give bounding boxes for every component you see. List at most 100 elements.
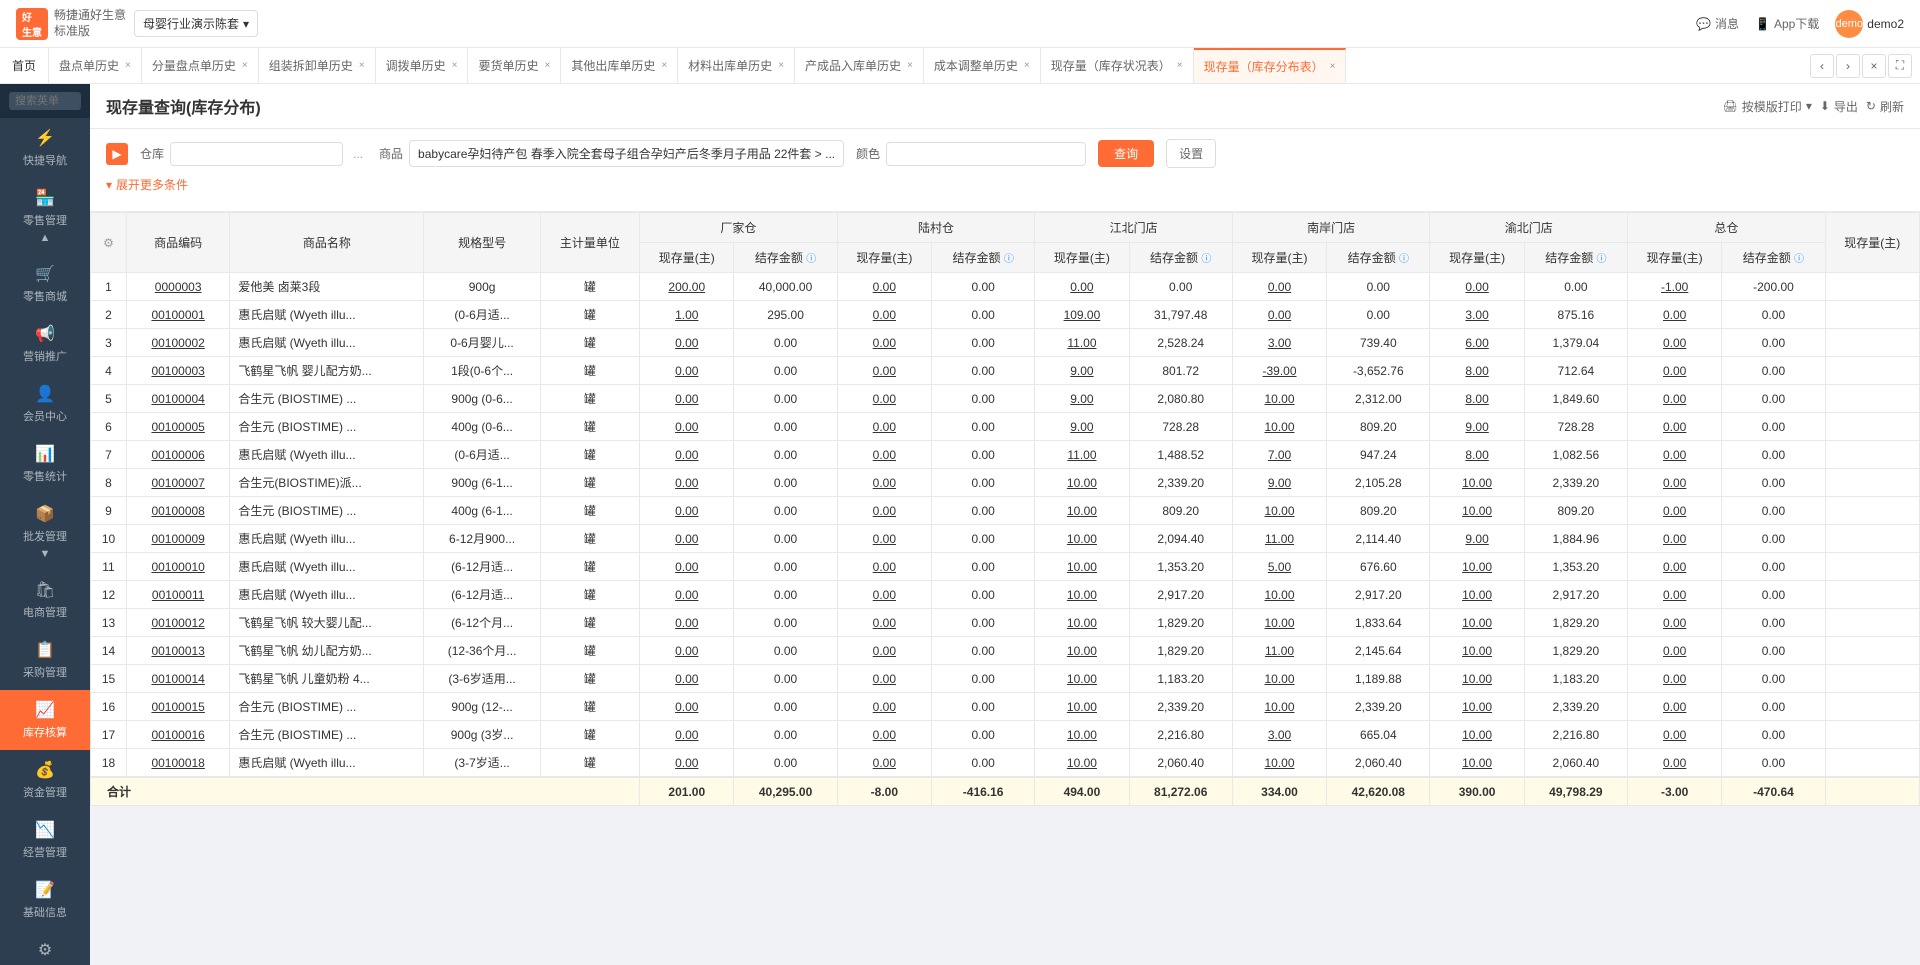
row-nanan-qty[interactable]: 10.00	[1232, 693, 1326, 721]
factory-amt-info-icon[interactable]: ⓘ	[806, 254, 816, 265]
export-button[interactable]: ⬇ 导出	[1820, 98, 1858, 115]
user-avatar-area[interactable]: demo demo2	[1835, 10, 1904, 38]
sidebar-item-finance[interactable]: 💰 资金管理	[0, 750, 90, 810]
print-button[interactable]: 🖨 按模版打印 ▾	[1723, 98, 1812, 115]
tab-home[interactable]: 首页	[0, 48, 49, 84]
tab-purchase-order[interactable]: 要货单历史 ×	[468, 48, 561, 84]
row-luchen-qty[interactable]: 0.00	[837, 693, 931, 721]
row-nanan-qty[interactable]: 11.00	[1232, 637, 1326, 665]
row-jiangbei-qty[interactable]: 109.00	[1035, 301, 1129, 329]
row-luchen-qty[interactable]: 0.00	[837, 553, 931, 581]
sidebar-item-retail-mall[interactable]: 🛒 零售商城	[0, 254, 90, 314]
row-luchen-qty[interactable]: 0.00	[837, 329, 931, 357]
row-luchen-qty[interactable]: 0.00	[837, 637, 931, 665]
tab-close-stock-dist[interactable]: ×	[1330, 61, 1336, 72]
row-luchen-qty[interactable]: 0.00	[837, 721, 931, 749]
industry-select[interactable]: 母婴行业演示陈套 ▾	[134, 10, 258, 37]
row-yubei-qty[interactable]: 10.00	[1430, 497, 1524, 525]
row-jiangbei-qty[interactable]: 11.00	[1035, 329, 1129, 357]
row-yubei-qty[interactable]: 8.00	[1430, 357, 1524, 385]
tab-other-out[interactable]: 其他出库单历史 ×	[561, 48, 678, 84]
row-jiangbei-qty[interactable]: 10.00	[1035, 693, 1129, 721]
warehouse-input[interactable]	[170, 142, 343, 166]
row-total-qty[interactable]: 0.00	[1628, 525, 1722, 553]
row-nanan-qty[interactable]: 0.00	[1232, 301, 1326, 329]
row-jiangbei-qty[interactable]: 10.00	[1035, 665, 1129, 693]
row-code[interactable]: 00100007	[127, 469, 230, 497]
row-jiangbei-qty[interactable]: 10.00	[1035, 469, 1129, 497]
row-nanan-qty[interactable]: 11.00	[1232, 525, 1326, 553]
setting-button[interactable]: 设置	[1166, 139, 1216, 168]
row-factory-qty[interactable]: 0.00	[640, 413, 734, 441]
tab-combo-teardown[interactable]: 组装拆卸单历史 ×	[259, 48, 376, 84]
row-luchen-qty[interactable]: 0.00	[837, 497, 931, 525]
app-download-button[interactable]: 📱 App下载	[1755, 15, 1819, 32]
row-code[interactable]: 00100006	[127, 441, 230, 469]
row-yubei-qty[interactable]: 10.00	[1430, 581, 1524, 609]
row-total-qty[interactable]: 0.00	[1628, 497, 1722, 525]
row-luchen-qty[interactable]: 0.00	[837, 273, 931, 301]
tab-nav-prev[interactable]: ‹	[1810, 54, 1834, 78]
row-nanan-qty[interactable]: 7.00	[1232, 441, 1326, 469]
row-nanan-qty[interactable]: 10.00	[1232, 749, 1326, 778]
tab-sub-inventory[interactable]: 分量盘点单历史 ×	[142, 48, 259, 84]
sidebar-item-basic-info[interactable]: 📝 基础信息	[0, 870, 90, 930]
row-factory-qty[interactable]: 0.00	[640, 609, 734, 637]
row-code[interactable]: 00100002	[127, 329, 230, 357]
row-factory-qty[interactable]: 0.00	[640, 553, 734, 581]
row-jiangbei-qty[interactable]: 10.00	[1035, 637, 1129, 665]
yubei-amt-info-icon[interactable]: ⓘ	[1597, 254, 1607, 265]
tab-close-stock-status[interactable]: ×	[1177, 60, 1183, 71]
row-yubei-qty[interactable]: 9.00	[1430, 413, 1524, 441]
luchen-amt-info-icon[interactable]: ⓘ	[1004, 254, 1014, 265]
row-yubei-qty[interactable]: 10.00	[1430, 749, 1524, 778]
row-nanan-qty[interactable]: 10.00	[1232, 665, 1326, 693]
row-nanan-qty[interactable]: 10.00	[1232, 413, 1326, 441]
tab-material-out[interactable]: 材料出库单历史 ×	[678, 48, 795, 84]
row-luchen-qty[interactable]: 0.00	[837, 609, 931, 637]
tab-close-combo-teardown[interactable]: ×	[359, 60, 365, 71]
jiangbei-amt-info-icon[interactable]: ⓘ	[1201, 254, 1211, 265]
query-button[interactable]: 查询	[1098, 140, 1154, 167]
row-nanan-qty[interactable]: 5.00	[1232, 553, 1326, 581]
row-factory-qty[interactable]: 0.00	[640, 721, 734, 749]
row-jiangbei-qty[interactable]: 11.00	[1035, 441, 1129, 469]
row-nanan-qty[interactable]: 9.00	[1232, 469, 1326, 497]
row-luchen-qty[interactable]: 0.00	[837, 301, 931, 329]
sidebar-item-marketing[interactable]: 📢 营销推广	[0, 314, 90, 374]
row-nanan-qty[interactable]: 0.00	[1232, 273, 1326, 301]
row-luchen-qty[interactable]: 0.00	[837, 357, 931, 385]
row-total-qty[interactable]: 0.00	[1628, 385, 1722, 413]
row-factory-qty[interactable]: 0.00	[640, 385, 734, 413]
row-jiangbei-qty[interactable]: 10.00	[1035, 525, 1129, 553]
row-code[interactable]: 0000003	[127, 273, 230, 301]
tab-close-other-out[interactable]: ×	[661, 60, 667, 71]
tab-nav-expand[interactable]: ⛶	[1888, 54, 1912, 78]
message-button[interactable]: 💬 消息	[1696, 15, 1739, 32]
tab-close-cost-adjust[interactable]: ×	[1024, 60, 1030, 71]
sidebar-item-retail-stats[interactable]: 📊 零售统计	[0, 434, 90, 494]
row-yubei-qty[interactable]: 10.00	[1430, 665, 1524, 693]
tab-production-in[interactable]: 产成品入库单历史 ×	[795, 48, 924, 84]
sidebar-item-member[interactable]: 👤 会员中心	[0, 374, 90, 434]
row-jiangbei-qty[interactable]: 9.00	[1035, 385, 1129, 413]
goods-input[interactable]: babycare孕妇待产包 春季入院全套母子组合孕妇产后冬季月子用品 22件套 …	[409, 140, 844, 167]
row-total-qty[interactable]: 0.00	[1628, 609, 1722, 637]
row-code[interactable]: 00100014	[127, 665, 230, 693]
row-yubei-qty[interactable]: 9.00	[1430, 525, 1524, 553]
row-jiangbei-qty[interactable]: 10.00	[1035, 721, 1129, 749]
row-total-qty[interactable]: 0.00	[1628, 749, 1722, 778]
row-factory-qty[interactable]: 0.00	[640, 441, 734, 469]
expand-button[interactable]: ▾ 展开更多条件	[106, 176, 188, 193]
row-nanan-qty[interactable]: 10.00	[1232, 581, 1326, 609]
row-factory-qty[interactable]: 0.00	[640, 525, 734, 553]
tab-inventory-list[interactable]: 盘点单历史 ×	[49, 48, 142, 84]
collapse-button[interactable]: ▶	[106, 143, 128, 165]
row-jiangbei-qty[interactable]: 10.00	[1035, 749, 1129, 778]
row-yubei-qty[interactable]: 10.00	[1430, 469, 1524, 497]
sidebar-item-system[interactable]: ⚙ 系统管理	[0, 930, 90, 965]
row-nanan-qty[interactable]: 3.00	[1232, 721, 1326, 749]
row-yubei-qty[interactable]: 6.00	[1430, 329, 1524, 357]
tab-close-sub-inventory[interactable]: ×	[242, 60, 248, 71]
sidebar-item-purchase[interactable]: 📋 采购管理	[0, 630, 90, 690]
